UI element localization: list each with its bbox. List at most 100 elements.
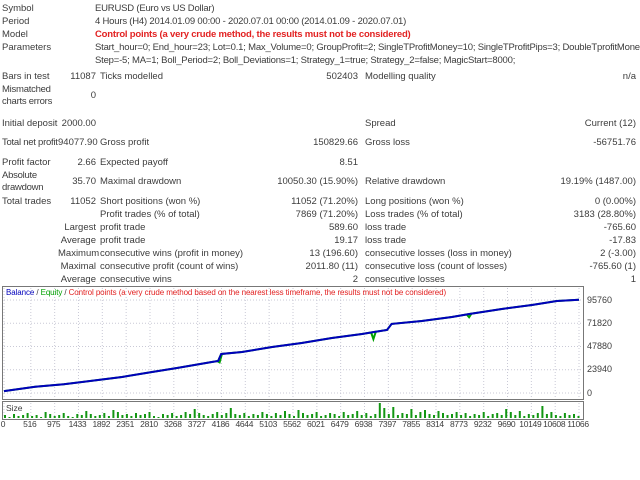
report-header-row: Parameters Start_hour=0; End_hour=23; Lot… <box>0 41 640 67</box>
stat-row: Bars in test 11087 Ticks modelled 502403 Mod… <box>0 70 640 83</box>
stat-value: -56751.76 <box>593 137 636 148</box>
stat-value: -17.83 <box>609 235 636 246</box>
stat-value: 2 <box>352 274 358 285</box>
stat-label: consecutive wins <box>100 274 172 285</box>
stat-value: 35.70 <box>72 176 96 187</box>
stat-label: Bars in test <box>2 71 50 82</box>
legend-balance: Balance <box>6 288 35 297</box>
stat-label: Profit factor <box>2 157 51 168</box>
stat-label: Absolute drawdown <box>2 170 44 193</box>
legend-equity: Equity <box>40 288 63 297</box>
stat-label: consecutive profit (count of wins) <box>100 261 239 272</box>
stat-value: 7869 (71.20%) <box>295 209 358 220</box>
strategy-tester-report: { "report": { "header_rows": [ {"label":… <box>0 0 640 480</box>
stat-label: Total net profit <box>2 137 58 148</box>
stat-value: -765.60 (1) <box>589 261 636 272</box>
stat-label: Relative drawdown <box>365 176 446 187</box>
stat-label <box>358 156 478 169</box>
x-axis-label: 4644 <box>235 419 254 429</box>
stat-value: 2011.80 (11) <box>305 261 358 272</box>
report-field-value: Start_hour=0; End_hour=23; Lot=0.1; Max_… <box>95 42 640 66</box>
stat-value: Average <box>60 274 96 285</box>
stat-label: Long positions (won %) <box>365 196 464 207</box>
stat-row: Absolute drawdown 35.70 Maximal drawdown 10… <box>0 169 640 195</box>
stat-value: 0 <box>90 90 96 101</box>
legend-model-note: Control points (a very crude method base… <box>68 288 447 297</box>
stat-label: consecutive loss (count of losses) <box>365 261 508 272</box>
stat-label: Spread <box>365 118 396 129</box>
x-axis-label: 5103 <box>259 419 278 429</box>
x-axis-label: 6479 <box>330 419 349 429</box>
stat-value: 94077.90 <box>58 137 98 148</box>
stat-label: Maximal drawdown <box>100 176 182 187</box>
stat-value: 3183 (28.80%) <box>573 209 636 220</box>
x-axis-label: 9690 <box>497 419 516 429</box>
x-axis-label: 6938 <box>354 419 373 429</box>
stat-row: Total trades 11052 Short positions (won %)… <box>0 195 640 208</box>
x-axis-label: 2351 <box>116 419 135 429</box>
y-axis-labels: 0 23940 47880 71820 95760 <box>587 286 637 398</box>
x-axis-labels: 0 516 975 1433 1892 2351 2810 3268 3727 4186 4644 5… <box>0 419 640 430</box>
stat-value <box>238 117 358 130</box>
stat-label: Expected payoff <box>100 157 168 168</box>
stat-row: Profit factor 2.66 Expected payoff 8.51 <box>0 156 640 169</box>
stat-value: 13 (196.60) <box>309 248 358 259</box>
stat-value: 2 (-3.00) <box>600 248 636 259</box>
stat-label <box>96 117 238 130</box>
x-axis-label: 7397 <box>378 419 397 429</box>
stat-label <box>2 247 58 260</box>
stat-row: Maximum consecutive wins (profit in money… <box>0 247 640 260</box>
report-field-label: Parameters <box>2 42 52 53</box>
stat-label: Mismatched charts errors <box>2 84 53 107</box>
stat-label <box>2 221 58 234</box>
x-axis-label: 5562 <box>283 419 301 429</box>
stat-value: 19.19% (1487.00) <box>560 176 636 187</box>
stat-label: Profit trades (% of total) <box>100 209 200 220</box>
stat-row: Largest profit trade 589.60 loss trade -765.… <box>0 221 640 234</box>
x-axis-label: 4186 <box>211 419 230 429</box>
stat-label: consecutive wins (profit in money) <box>100 248 244 259</box>
stat-label: loss trade <box>365 222 407 233</box>
stat-value: 11052 (71.20%) <box>291 196 358 207</box>
size-chart <box>2 401 584 420</box>
stat-value: Maximal <box>60 261 96 272</box>
stat-row: Maximal consecutive profit (count of wins… <box>0 260 640 273</box>
y-axis-label: 95760 <box>587 294 613 305</box>
x-axis-label: 975 <box>47 419 61 429</box>
report-field-label: Symbol <box>2 3 34 14</box>
stat-row: Average consecutive wins 2 consecutive loss… <box>0 273 640 286</box>
stat-value: Maximum <box>58 248 100 259</box>
report-header-row: Period 4 Hours (H4) 2014.01.09 00:00 - 20… <box>0 15 640 28</box>
x-axis-label: 1433 <box>68 419 87 429</box>
stat-label <box>2 234 58 247</box>
report-header: Symbol EURUSD (Euro vs US Dollar) Period 4 … <box>0 0 640 67</box>
stat-label: profit trade <box>100 222 146 233</box>
stat-label: Short positions (won %) <box>100 196 201 207</box>
stat-value <box>478 156 636 169</box>
stat-label: Gross profit <box>100 137 150 148</box>
report-field-value: EURUSD (Euro vs US Dollar) <box>95 3 215 14</box>
size-panel-label: Size <box>6 403 23 413</box>
stat-value: 589.60 <box>328 222 358 233</box>
stat-value: n/a <box>622 71 636 82</box>
stat-value: Current (12) <box>584 118 636 129</box>
y-axis-label: 23940 <box>587 364 613 375</box>
stat-value: 10050.30 (15.90%) <box>277 176 358 187</box>
stat-label: Initial deposit <box>2 118 58 129</box>
stat-label: Total trades <box>2 196 52 207</box>
stat-label <box>2 273 58 286</box>
graph-section: Balance / Equity / Control points (a ver… <box>0 286 640 446</box>
stat-label: profit trade <box>100 235 146 246</box>
stat-row: Total net profit 94077.90 Gross profit 1508… <box>0 130 640 156</box>
stat-row: Initial deposit 2000.00 Spread Current (12) <box>0 117 640 130</box>
x-axis-label: 8773 <box>449 419 468 429</box>
stat-value: -765.60 <box>603 222 636 233</box>
y-axis-label: 71820 <box>587 317 613 328</box>
stat-row: Profit trades (% of total) 7869 (71.20%) L… <box>0 208 640 221</box>
report-field-label: Model <box>2 29 28 40</box>
y-axis-label: 47880 <box>587 341 613 351</box>
x-axis-label: 7855 <box>402 419 420 429</box>
x-axis-label: 0 <box>0 419 6 429</box>
stat-label <box>2 208 58 221</box>
x-axis-label: 6021 <box>306 419 325 429</box>
